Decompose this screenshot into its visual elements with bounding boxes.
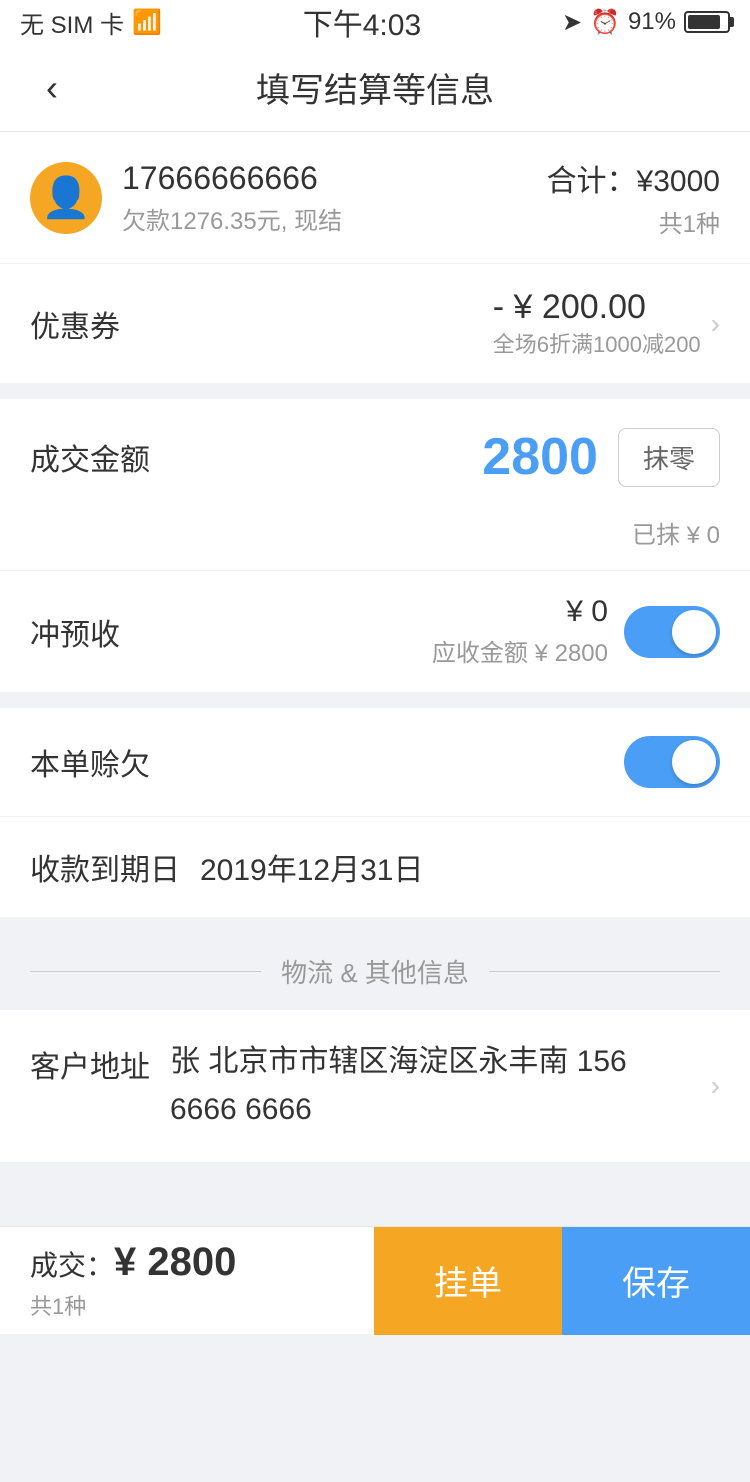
bottom-deal-amount: ¥ 2800	[114, 1240, 236, 1284]
customer-card: 👤 17666666666 欠款1276.35元, 现结 合计：¥3000 共1…	[0, 132, 750, 383]
back-button[interactable]: ‹	[30, 66, 74, 110]
customer-info: 17666666666 欠款1276.35元, 现结	[122, 160, 342, 236]
prepaid-right: ¥ 0 应收金额 ¥ 2800	[432, 595, 720, 668]
total-amount: 合计：¥3000	[547, 156, 720, 200]
debt-toggle-knob	[672, 740, 716, 784]
avatar-icon: 👤	[41, 174, 91, 221]
deal-amount-row: 成交金额 2800 抹零	[0, 399, 750, 515]
bottom-summary: 成交：¥ 2800 共1种	[0, 1240, 374, 1321]
bottom-deal-line: 成交：¥ 2800	[30, 1240, 344, 1285]
prepaid-amount: ¥ 0	[432, 595, 608, 629]
coupon-right: - ¥ 200.00 全场6折满1000减200 ›	[493, 288, 720, 359]
total-count: 共1种	[547, 204, 720, 239]
due-date-row: 收款到期日 2019年12月31日	[0, 816, 750, 917]
battery-icon	[684, 11, 730, 33]
status-left: 无 SIM 卡 📶	[20, 5, 162, 40]
coupon-label: 优惠券	[30, 302, 120, 346]
deal-sub-text: 已抹 ¥ 0	[0, 515, 750, 570]
coupon-chevron-icon: ›	[711, 308, 720, 340]
wifi-icon: 📶	[132, 8, 162, 37]
location-icon: ➤	[562, 8, 582, 37]
prepaid-info: ¥ 0 应收金额 ¥ 2800	[432, 595, 608, 668]
prepaid-toggle[interactable]	[624, 606, 720, 658]
address-chevron-icon: ›	[711, 1070, 720, 1102]
page-title: 填写结算等信息	[74, 63, 676, 112]
round-zero-button[interactable]: 抹零	[618, 428, 720, 487]
save-button[interactable]: 保存	[562, 1227, 750, 1335]
address-label: 客户地址	[30, 1042, 150, 1086]
battery-percent: 91%	[628, 8, 676, 36]
address-value: 张 北京市市辖区海淀区永丰南 156 6666 6666	[170, 1038, 701, 1134]
address-row[interactable]: 客户地址 张 北京市市辖区海淀区永丰南 156 6666 6666 ›	[0, 1010, 750, 1162]
due-date-label: 收款到期日	[30, 845, 180, 889]
logistics-header: 物流 & 其他信息	[0, 933, 750, 1010]
bottom-deal-label: 成交：	[30, 1250, 114, 1281]
logistics-line-left	[30, 971, 261, 972]
status-right: ➤ ⏰ 91%	[562, 8, 730, 37]
back-icon: ‹	[46, 67, 58, 109]
carrier-text: 无 SIM 卡	[20, 5, 124, 40]
prepaid-row: 冲预收 ¥ 0 应收金额 ¥ 2800	[0, 570, 750, 692]
debt-toggle[interactable]	[624, 736, 720, 788]
toggle-knob	[672, 610, 716, 654]
deal-right: 2800 抹零	[482, 427, 720, 487]
customer-phone: 17666666666	[122, 160, 342, 197]
avatar: 👤	[30, 162, 102, 234]
deal-amount-card: 成交金额 2800 抹零 已抹 ¥ 0 冲预收 ¥ 0 应收金额 ¥ 2800	[0, 399, 750, 692]
hang-button[interactable]: 挂单	[374, 1227, 562, 1335]
due-date-value: 2019年12月31日	[200, 845, 423, 889]
customer-left: 👤 17666666666 欠款1276.35元, 现结	[30, 160, 342, 236]
debt-label: 本单赊欠	[30, 740, 150, 784]
debt-card: 本单赊欠 收款到期日 2019年12月31日	[0, 708, 750, 917]
customer-row: 👤 17666666666 欠款1276.35元, 现结 合计：¥3000 共1…	[0, 132, 750, 263]
debt-row: 本单赊欠	[0, 708, 750, 816]
coupon-row[interactable]: 优惠券 - ¥ 200.00 全场6折满1000减200 ›	[0, 263, 750, 383]
customer-right: 合计：¥3000 共1种	[547, 156, 720, 239]
status-bar: 无 SIM 卡 📶 下午4:03 ➤ ⏰ 91%	[0, 0, 750, 44]
coupon-discount: - ¥ 200.00	[493, 288, 701, 327]
customer-debt: 欠款1276.35元, 现结	[122, 201, 342, 236]
logistics-header-text: 物流 & 其他信息	[281, 953, 469, 990]
nav-bar: ‹ 填写结算等信息	[0, 44, 750, 132]
status-time: 下午4:03	[303, 0, 421, 44]
prepaid-label: 冲预收	[30, 610, 120, 654]
deal-amount-value: 2800	[482, 427, 598, 487]
coupon-desc: 全场6折满1000减200	[493, 327, 701, 359]
prepaid-receivable: 应收金额 ¥ 2800	[432, 633, 608, 668]
bottom-bar: 成交：¥ 2800 共1种 挂单 保存	[0, 1226, 750, 1334]
logistics-line-right	[489, 971, 720, 972]
bottom-count: 共1种	[30, 1289, 344, 1321]
deal-amount-label: 成交金额	[30, 435, 150, 479]
alarm-icon: ⏰	[590, 8, 620, 37]
